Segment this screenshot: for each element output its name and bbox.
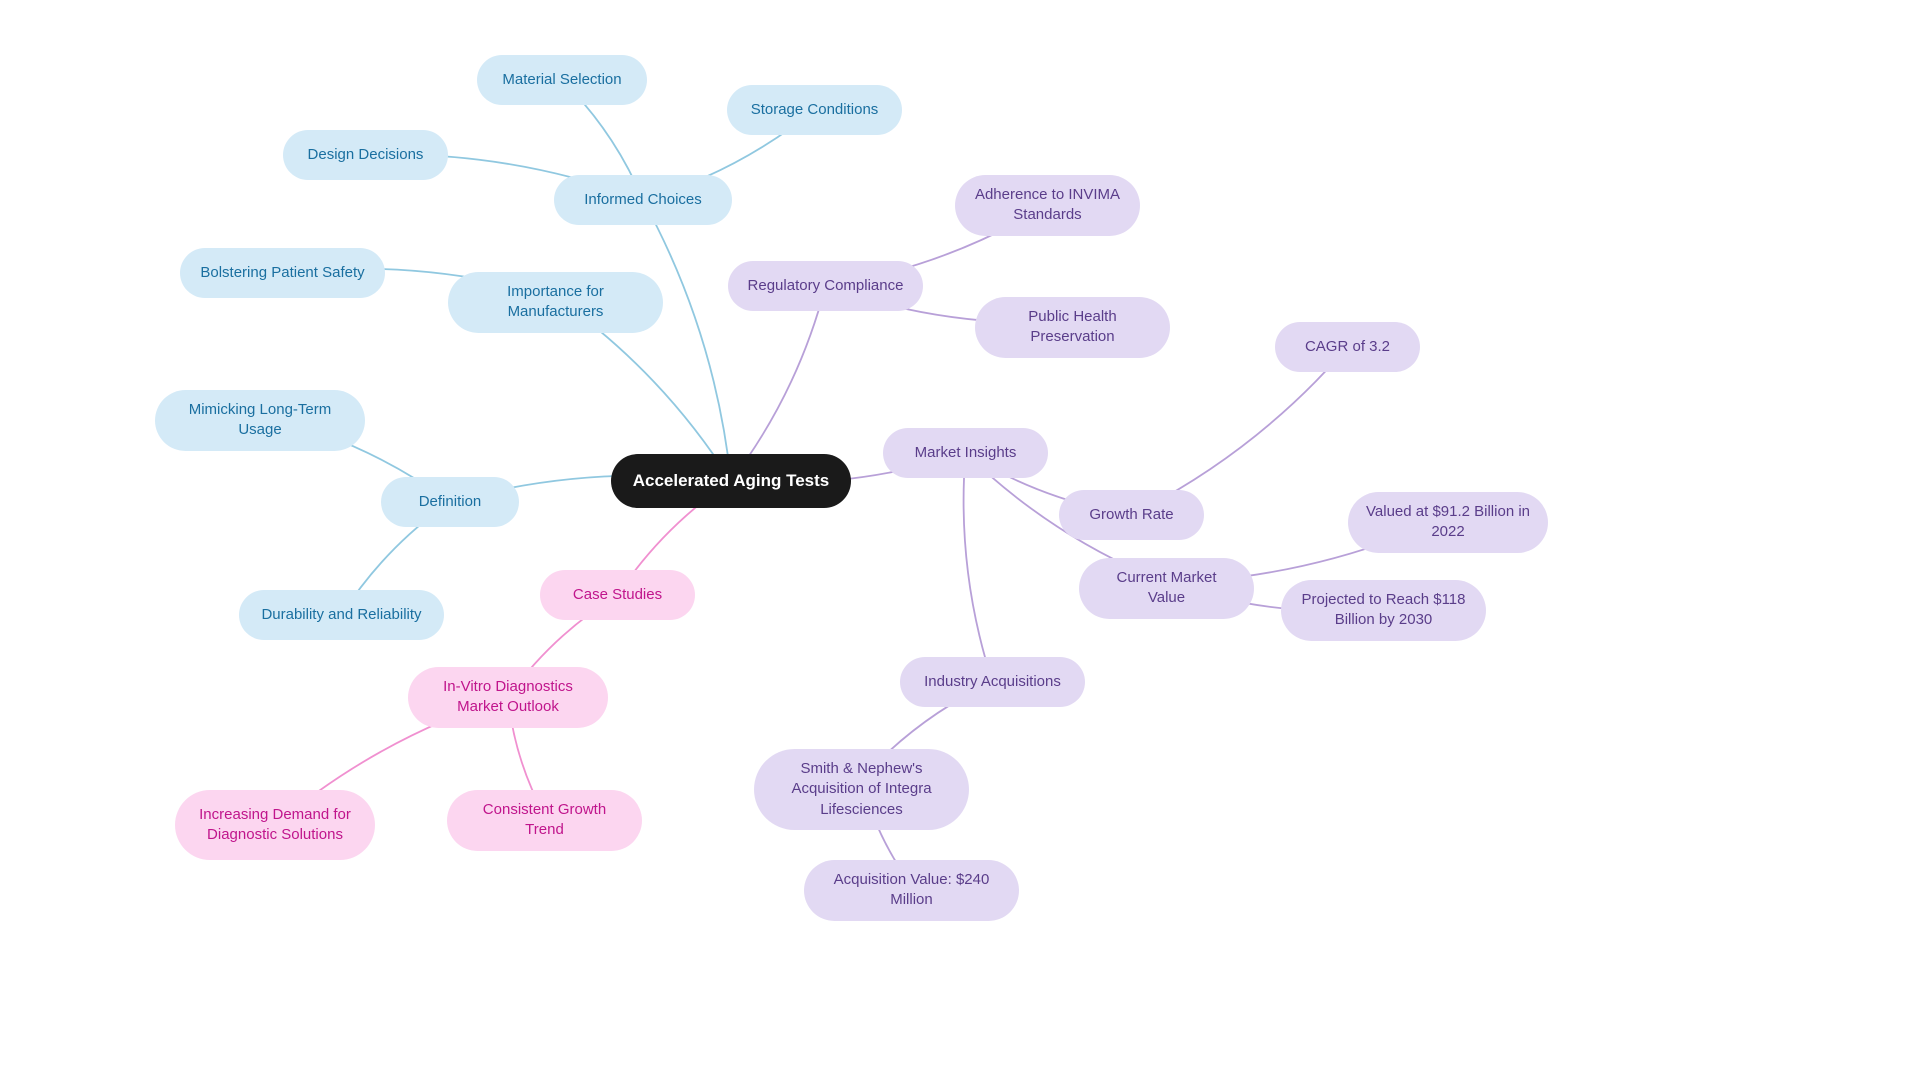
- node-bolstering_patient: Bolstering Patient Safety: [180, 248, 385, 298]
- node-increasing_demand: Increasing Demand for Diagnostic Solutio…: [175, 790, 375, 860]
- node-label-center: Accelerated Aging Tests: [633, 470, 830, 493]
- node-storage_conditions: Storage Conditions: [727, 85, 902, 135]
- node-label-cagr: CAGR of 3.2: [1305, 337, 1390, 357]
- node-material_selection: Material Selection: [477, 55, 647, 105]
- node-label-public_health: Public Health Preservation: [993, 307, 1152, 348]
- node-label-increasing_demand: Increasing Demand for Diagnostic Solutio…: [193, 805, 357, 846]
- node-current_market: Current Market Value: [1079, 558, 1254, 619]
- node-projected_118: Projected to Reach $118 Billion by 2030: [1281, 580, 1486, 641]
- node-in_vitro: In-Vitro Diagnostics Market Outlook: [408, 667, 608, 728]
- node-label-consistent_growth: Consistent Growth Trend: [465, 800, 624, 841]
- node-label-in_vitro: In-Vitro Diagnostics Market Outlook: [426, 677, 590, 718]
- node-cagr: CAGR of 3.2: [1275, 322, 1420, 372]
- node-consistent_growth: Consistent Growth Trend: [447, 790, 642, 851]
- node-case_studies: Case Studies: [540, 570, 695, 620]
- node-label-importance_manufacturers: Importance for Manufacturers: [466, 282, 645, 323]
- mind-map: Accelerated Aging Tests Informed Choices M…: [0, 0, 1920, 1083]
- node-importance_manufacturers: Importance for Manufacturers: [448, 272, 663, 333]
- node-acquisition_value: Acquisition Value: $240 Million: [804, 860, 1019, 921]
- node-label-regulatory: Regulatory Compliance: [748, 276, 904, 296]
- node-label-valued_91: Valued at $91.2 Billion in 2022: [1366, 502, 1530, 543]
- node-label-current_market: Current Market Value: [1097, 568, 1236, 609]
- node-label-definition: Definition: [419, 492, 482, 512]
- node-label-growth_rate: Growth Rate: [1089, 505, 1173, 525]
- node-smith_nephew: Smith & Nephew's Acquisition of Integra …: [754, 749, 969, 830]
- node-growth_rate: Growth Rate: [1059, 490, 1204, 540]
- node-label-design_decisions: Design Decisions: [308, 145, 424, 165]
- node-valued_91: Valued at $91.2 Billion in 2022: [1348, 492, 1548, 553]
- node-label-informed_choices: Informed Choices: [584, 190, 702, 210]
- node-label-case_studies: Case Studies: [573, 585, 662, 605]
- node-label-market_insights: Market Insights: [915, 443, 1017, 463]
- node-regulatory: Regulatory Compliance: [728, 261, 923, 311]
- node-informed_choices: Informed Choices: [554, 175, 732, 225]
- node-label-mimicking: Mimicking Long-Term Usage: [173, 400, 347, 441]
- node-design_decisions: Design Decisions: [283, 130, 448, 180]
- node-label-durability: Durability and Reliability: [261, 605, 421, 625]
- node-label-adherence: Adherence to INVIMA Standards: [973, 185, 1122, 226]
- node-market_insights: Market Insights: [883, 428, 1048, 478]
- node-label-bolstering_patient: Bolstering Patient Safety: [200, 263, 364, 283]
- node-public_health: Public Health Preservation: [975, 297, 1170, 358]
- node-label-industry_acquisitions: Industry Acquisitions: [924, 672, 1061, 692]
- node-adherence: Adherence to INVIMA Standards: [955, 175, 1140, 236]
- node-center: Accelerated Aging Tests: [611, 454, 851, 508]
- node-label-smith_nephew: Smith & Nephew's Acquisition of Integra …: [772, 759, 951, 820]
- node-industry_acquisitions: Industry Acquisitions: [900, 657, 1085, 707]
- node-definition: Definition: [381, 477, 519, 527]
- node-mimicking: Mimicking Long-Term Usage: [155, 390, 365, 451]
- node-label-acquisition_value: Acquisition Value: $240 Million: [822, 870, 1001, 911]
- node-label-projected_118: Projected to Reach $118 Billion by 2030: [1299, 590, 1468, 631]
- node-label-material_selection: Material Selection: [502, 70, 621, 90]
- node-durability: Durability and Reliability: [239, 590, 444, 640]
- node-label-storage_conditions: Storage Conditions: [751, 100, 879, 120]
